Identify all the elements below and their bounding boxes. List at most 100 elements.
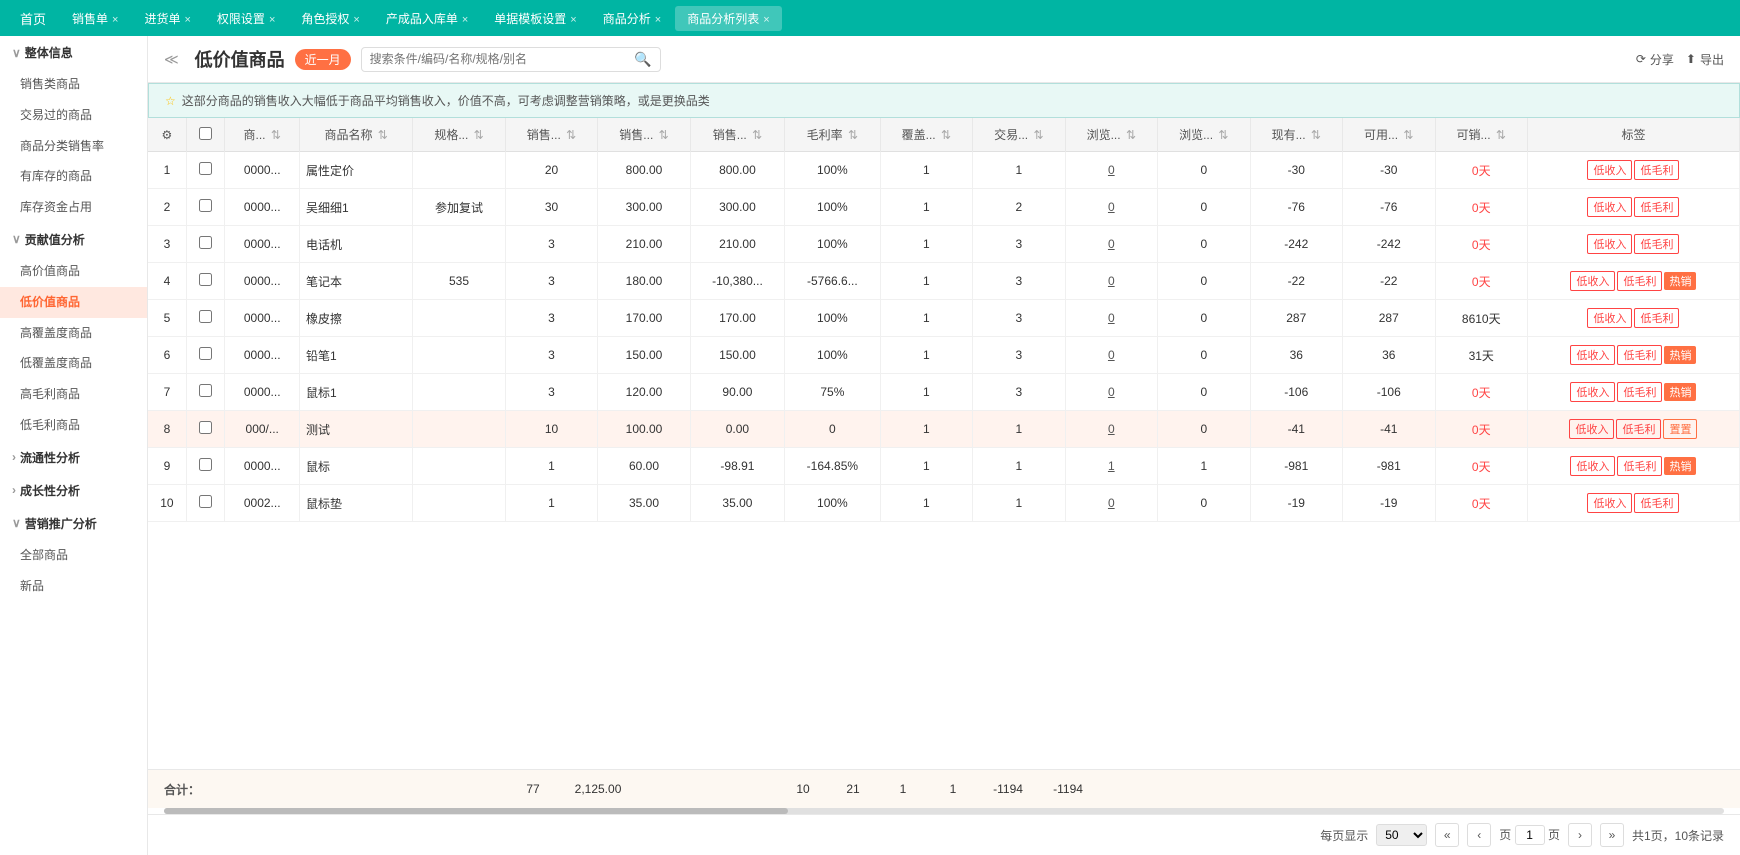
cell-checkbox[interactable]: [186, 337, 225, 374]
sidebar-item-low-value[interactable]: 低价值商品: [0, 287, 147, 318]
row-checkbox[interactable]: [199, 458, 212, 471]
cell-checkbox[interactable]: [186, 152, 225, 189]
col-browse1[interactable]: 浏览... ⇅: [1065, 118, 1157, 152]
col-code[interactable]: 商... ⇅: [225, 118, 300, 152]
sidebar-group-contribution[interactable]: ∨ 贡献值分析: [0, 223, 147, 256]
row-checkbox[interactable]: [199, 384, 212, 397]
cell-checkbox[interactable]: [186, 189, 225, 226]
browse1-link[interactable]: 0: [1108, 348, 1115, 362]
col-sale-amt2[interactable]: 销售... ⇅: [690, 118, 784, 152]
sidebar-item-category-rate[interactable]: 商品分类销售率: [0, 131, 147, 162]
close-permissions-icon[interactable]: ×: [269, 14, 275, 26]
col-gross-rate[interactable]: 毛利率 ⇅: [785, 118, 880, 152]
close-products-icon[interactable]: ×: [462, 14, 468, 26]
col-settings[interactable]: ⚙: [148, 118, 186, 152]
first-page-btn[interactable]: «: [1435, 823, 1459, 847]
nav-roles[interactable]: 角色授权×: [289, 6, 371, 31]
per-page-select[interactable]: 50 100 200: [1376, 824, 1427, 846]
sidebar-item-low-coverage[interactable]: 低覆盖度商品: [0, 348, 147, 379]
sidebar-item-all-products[interactable]: 全部商品: [0, 540, 147, 571]
browse1-link[interactable]: 0: [1108, 274, 1115, 288]
close-analysis-list-icon[interactable]: ×: [763, 14, 769, 26]
nav-products[interactable]: 产成品入库单×: [374, 6, 480, 31]
row-checkbox[interactable]: [199, 236, 212, 249]
sidebar-item-high-coverage[interactable]: 高覆盖度商品: [0, 318, 147, 349]
sidebar-item-new-products[interactable]: 新品: [0, 571, 147, 602]
sidebar-group-circulation[interactable]: › 流通性分析: [0, 441, 147, 474]
prev-page-btn[interactable]: ‹: [1467, 823, 1491, 847]
cell-browse1[interactable]: 0: [1065, 337, 1157, 374]
sidebar-item-capital[interactable]: 库存资金占用: [0, 192, 147, 223]
browse1-link[interactable]: 1: [1108, 459, 1115, 473]
nav-sales[interactable]: 销售单×: [60, 6, 130, 31]
col-name[interactable]: 商品名称 ⇅: [300, 118, 413, 152]
next-page-btn[interactable]: ›: [1568, 823, 1592, 847]
col-trade[interactable]: 交易... ⇅: [973, 118, 1065, 152]
nav-home[interactable]: 首页: [8, 5, 58, 32]
export-btn[interactable]: ⬆ 导出: [1686, 51, 1724, 68]
browse1-link[interactable]: 0: [1108, 385, 1115, 399]
close-roles-icon[interactable]: ×: [353, 14, 359, 26]
sidebar-item-inventory-products[interactable]: 有库存的商品: [0, 161, 147, 192]
sidebar-item-sales-products[interactable]: 销售类商品: [0, 69, 147, 100]
col-current[interactable]: 现有... ⇅: [1250, 118, 1342, 152]
row-checkbox[interactable]: [199, 347, 212, 360]
cell-browse1[interactable]: 0: [1065, 189, 1157, 226]
col-saleable[interactable]: 可销... ⇅: [1435, 118, 1527, 152]
cell-checkbox[interactable]: [186, 485, 225, 522]
select-all-checkbox[interactable]: [199, 127, 212, 140]
filter-btn[interactable]: 近一月: [295, 49, 351, 70]
sidebar-item-high-margin[interactable]: 高毛利商品: [0, 379, 147, 410]
nav-analysis-list[interactable]: 商品分析列表×: [675, 6, 781, 31]
share-btn[interactable]: ⟳ 分享: [1636, 51, 1674, 68]
nav-purchase[interactable]: 进货单×: [132, 6, 202, 31]
row-checkbox[interactable]: [199, 162, 212, 175]
close-analysis-icon[interactable]: ×: [655, 14, 661, 26]
cell-browse1[interactable]: 0: [1065, 226, 1157, 263]
sidebar-group-marketing[interactable]: ∨ 营销推广分析: [0, 507, 147, 540]
sidebar-item-traded-products[interactable]: 交易过的商品: [0, 100, 147, 131]
row-checkbox[interactable]: [199, 273, 212, 286]
col-browse2[interactable]: 浏览... ⇅: [1158, 118, 1250, 152]
browse1-link[interactable]: 0: [1108, 200, 1115, 214]
close-sales-icon[interactable]: ×: [112, 14, 118, 26]
sidebar-item-high-value[interactable]: 高价值商品: [0, 256, 147, 287]
nav-templates[interactable]: 单据模板设置×: [482, 6, 588, 31]
cell-browse1[interactable]: 1: [1065, 448, 1157, 485]
cell-checkbox[interactable]: [186, 374, 225, 411]
last-page-btn[interactable]: »: [1600, 823, 1624, 847]
close-purchase-icon[interactable]: ×: [184, 14, 190, 26]
col-checkbox[interactable]: [186, 118, 225, 152]
browse1-link[interactable]: 0: [1108, 496, 1115, 510]
cell-checkbox[interactable]: [186, 263, 225, 300]
collapse-sidebar-btn[interactable]: ≪: [164, 51, 179, 68]
page-number-input[interactable]: [1515, 825, 1545, 845]
browse1-link[interactable]: 0: [1108, 163, 1115, 177]
sidebar-group-growth[interactable]: › 成长性分析: [0, 474, 147, 507]
cell-checkbox[interactable]: [186, 448, 225, 485]
col-available[interactable]: 可用... ⇅: [1343, 118, 1435, 152]
search-icon[interactable]: 🔍: [634, 51, 651, 68]
col-cover[interactable]: 覆盖... ⇅: [880, 118, 972, 152]
row-checkbox[interactable]: [199, 199, 212, 212]
cell-browse1[interactable]: 0: [1065, 485, 1157, 522]
col-sale-qty[interactable]: 销售... ⇅: [505, 118, 597, 152]
cell-browse1[interactable]: 0: [1065, 411, 1157, 448]
cell-browse1[interactable]: 0: [1065, 300, 1157, 337]
search-input[interactable]: [370, 52, 629, 66]
col-sale-amt[interactable]: 销售... ⇅: [598, 118, 690, 152]
nav-permissions[interactable]: 权限设置×: [205, 6, 287, 31]
row-checkbox[interactable]: [199, 421, 212, 434]
sidebar-group-overall[interactable]: ∨ 整体信息: [0, 36, 147, 69]
cell-checkbox[interactable]: [186, 411, 225, 448]
browse1-link[interactable]: 0: [1108, 311, 1115, 325]
browse1-link[interactable]: 0: [1108, 422, 1115, 436]
nav-analysis[interactable]: 商品分析×: [591, 6, 673, 31]
cell-checkbox[interactable]: [186, 226, 225, 263]
browse1-link[interactable]: 0: [1108, 237, 1115, 251]
sidebar-item-low-margin[interactable]: 低毛利商品: [0, 410, 147, 441]
cell-checkbox[interactable]: [186, 300, 225, 337]
close-templates-icon[interactable]: ×: [570, 14, 576, 26]
row-checkbox[interactable]: [199, 310, 212, 323]
cell-browse1[interactable]: 0: [1065, 152, 1157, 189]
